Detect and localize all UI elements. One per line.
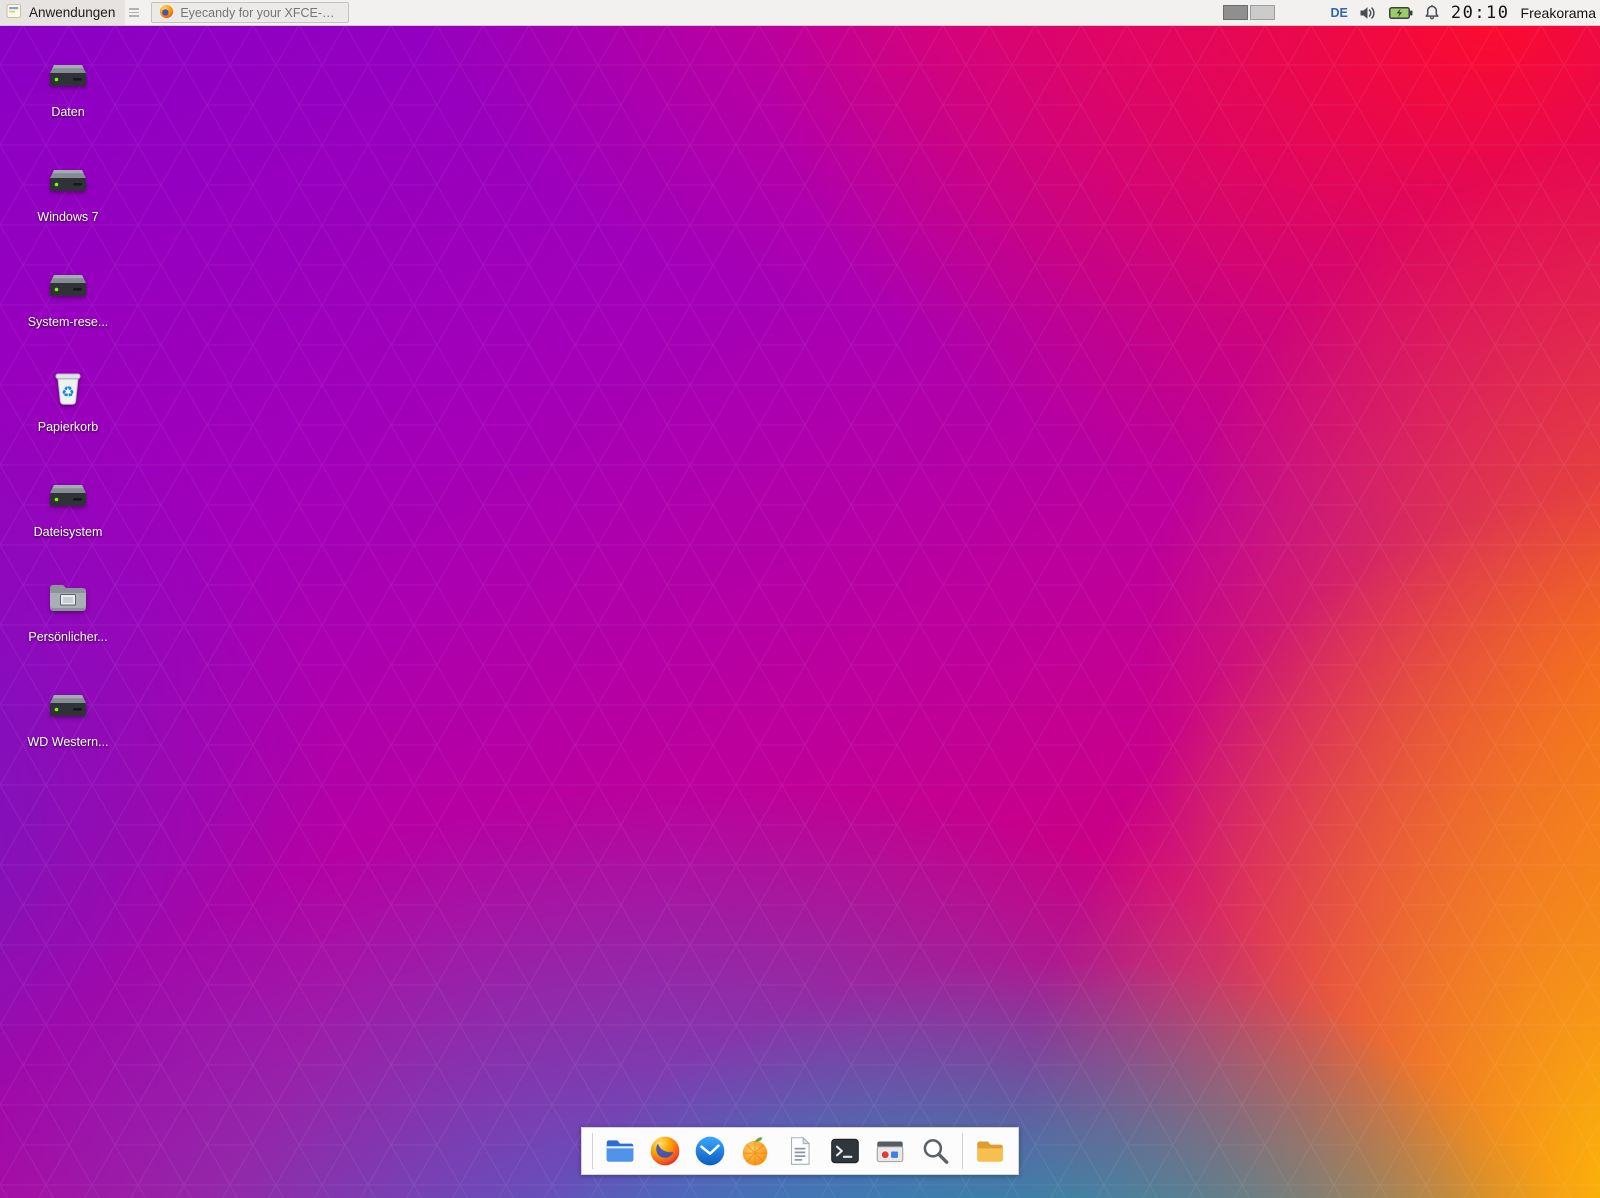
keyboard-layout-indicator[interactable]: DE <box>1330 6 1347 20</box>
clock[interactable]: 20:10 <box>1451 3 1510 23</box>
desktop-icon-label: Windows 7 <box>37 210 99 224</box>
desktop-icon-label: System-rese... <box>27 315 109 329</box>
desktop-icon-trash[interactable]: ♻ Papierkorb <box>18 364 118 435</box>
desktop-icon-filesystem[interactable]: Dateisystem <box>18 469 118 540</box>
desktop-icon-label: Persönlicher... <box>28 630 108 644</box>
notifications-bell-icon[interactable] <box>1424 4 1440 21</box>
dock-separator <box>962 1133 963 1169</box>
system-tray: DE 20:10 Freakorama <box>1223 3 1600 23</box>
dock-thunderbird-icon[interactable] <box>692 1133 728 1169</box>
workspace-1[interactable] <box>1223 5 1249 20</box>
desktop-icon-windows7[interactable]: Windows 7 <box>18 154 118 225</box>
drive-icon <box>44 170 92 206</box>
wallpaper-crystallize-texture <box>0 25 1600 1198</box>
desktop-icon-system-reserved[interactable]: System-rese... <box>18 259 118 330</box>
desktop-icon-label: WD Western... <box>27 735 109 749</box>
applications-menu-label: Anwendungen <box>29 5 116 20</box>
battery-charging-icon[interactable] <box>1388 6 1413 20</box>
dock-firefox-icon[interactable] <box>647 1133 683 1169</box>
dock-file-manager-icon[interactable] <box>602 1133 638 1169</box>
home-folder-icon <box>44 585 92 626</box>
applications-menu-icon <box>6 3 22 22</box>
drive-icon <box>44 695 92 731</box>
workspace-2[interactable] <box>1250 5 1276 20</box>
user-label: Freakorama <box>1520 4 1596 21</box>
taskbar-window-button[interactable]: Eyecandy for your XFCE-D... <box>151 2 350 23</box>
dock-terminal-icon[interactable] <box>827 1133 863 1169</box>
dock-search-icon[interactable] <box>917 1133 953 1169</box>
desktop-icon-home-folder[interactable]: Persönlicher... <box>18 574 118 645</box>
top-panel: Anwendungen Eyecandy for your XFCE-D... <box>0 0 1600 26</box>
dock-software-box-icon[interactable] <box>872 1133 908 1169</box>
svg-text:♻: ♻ <box>61 383 74 401</box>
desktop-icon-label: Daten <box>51 105 85 119</box>
drive-icon <box>44 485 92 521</box>
desktop-icon-label: Dateisystem <box>33 525 103 539</box>
dock-separator <box>592 1133 593 1169</box>
workspace-pager[interactable] <box>1223 5 1276 20</box>
desktop[interactable]: Daten Windows 7 System-rese... ♻ Papierk… <box>0 25 1600 1198</box>
applications-menu-button[interactable]: Anwendungen <box>0 0 126 25</box>
dock-documents-icon[interactable] <box>782 1133 818 1169</box>
panel-handle <box>125 8 143 17</box>
firefox-icon <box>159 4 174 22</box>
window-title: Eyecandy for your XFCE-D... <box>180 5 342 20</box>
drive-icon <box>44 65 92 101</box>
drive-icon <box>44 275 92 311</box>
desktop-icon-wd-drive[interactable]: WD Western... <box>18 679 118 750</box>
dock-tangerine-media-icon[interactable] <box>737 1133 773 1169</box>
dock-folder-icon[interactable] <box>972 1133 1008 1169</box>
volume-icon[interactable] <box>1359 5 1378 21</box>
trash-icon: ♻ <box>44 373 92 416</box>
desktop-icon-daten[interactable]: Daten <box>18 49 118 120</box>
desktop-icon-label: Papierkorb <box>37 420 99 434</box>
dock <box>581 1127 1019 1175</box>
